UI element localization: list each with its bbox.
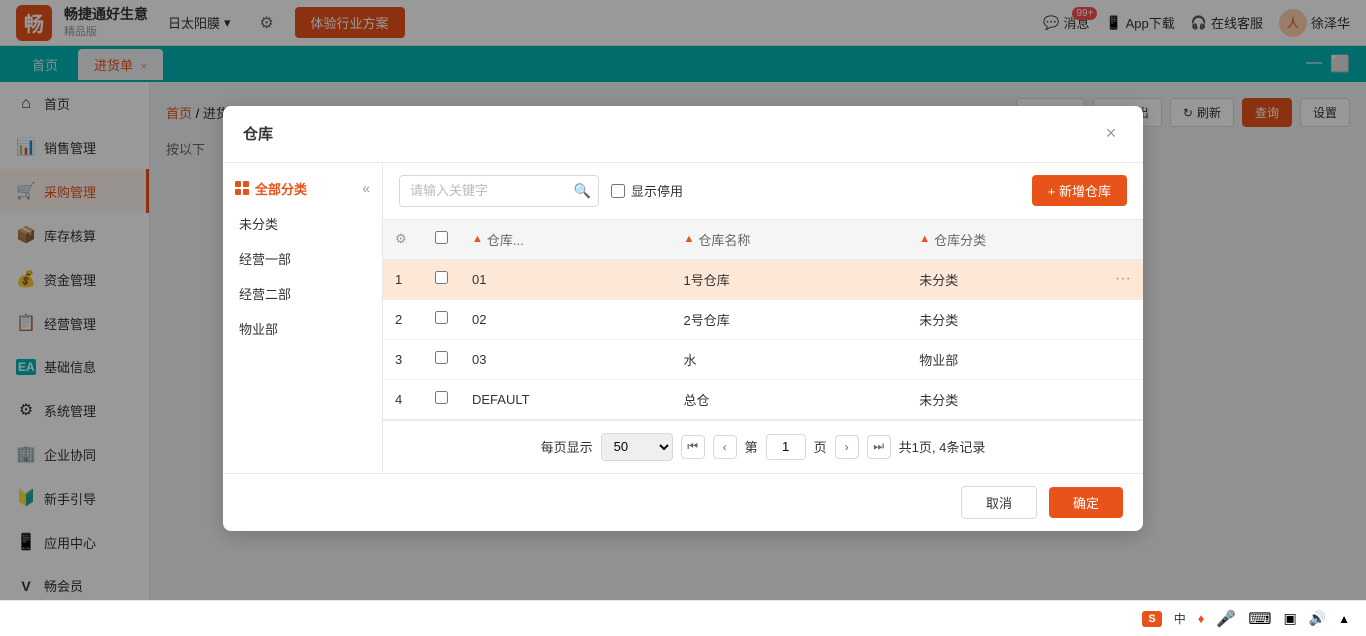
category-item-dept1[interactable]: 经营一部 bbox=[223, 241, 382, 276]
row-name: 2号仓库 bbox=[672, 299, 908, 339]
modal-title: 仓库 bbox=[243, 123, 273, 144]
confirm-button[interactable]: 确定 bbox=[1049, 487, 1123, 518]
page-number-input[interactable] bbox=[766, 434, 806, 460]
page-suffix: 页 bbox=[814, 437, 827, 456]
modal-body: 全部分类 « 未分类 经营一部 经营二部 物业部 bbox=[223, 163, 1143, 473]
th-checkbox bbox=[423, 220, 460, 260]
row-select-2[interactable] bbox=[435, 311, 448, 324]
screen-icon[interactable]: ▣ bbox=[1283, 610, 1296, 627]
sort-name[interactable]: ▲ 仓库名称 bbox=[684, 230, 896, 249]
sort-category[interactable]: ▲ 仓库分类 bbox=[919, 230, 1131, 249]
page-size-select[interactable]: 50 10 20 100 bbox=[601, 433, 673, 461]
row-category: 未分类 bbox=[907, 299, 1143, 339]
next-page-button[interactable]: › bbox=[835, 435, 859, 459]
row-select-3[interactable] bbox=[435, 351, 448, 364]
pagination-bar: 每页显示 50 10 20 100 ⏮ ‹ 第 页 bbox=[383, 420, 1143, 473]
row-checkbox bbox=[423, 339, 460, 379]
modal-footer: 取消 确定 bbox=[223, 473, 1143, 531]
category-grid-icon bbox=[235, 181, 249, 195]
th-category: ▲ 仓库分类 bbox=[907, 220, 1143, 260]
data-table: ⚙ ▲ 仓库... bbox=[383, 220, 1143, 420]
row-code: 03 bbox=[460, 339, 672, 379]
sort-code[interactable]: ▲ 仓库... bbox=[472, 230, 660, 249]
volume-icon[interactable]: 🔊 bbox=[1309, 610, 1326, 627]
category-header: 全部分类 « bbox=[223, 171, 382, 206]
row-no: 3 bbox=[383, 339, 423, 379]
th-settings: ⚙ bbox=[383, 220, 423, 260]
row-checkbox bbox=[423, 299, 460, 339]
row-name: 水 bbox=[672, 339, 908, 379]
table-row[interactable]: 1 01 1号仓库 未分类 ··· bbox=[383, 259, 1143, 299]
row-code: DEFAULT bbox=[460, 379, 672, 419]
sort-code-icon: ▲ bbox=[472, 233, 483, 245]
prev-page-icon: ‹ bbox=[723, 440, 727, 454]
table-header-row: ⚙ ▲ 仓库... bbox=[383, 220, 1143, 260]
keyboard-icon[interactable]: ⌨ bbox=[1248, 609, 1271, 629]
table-row[interactable]: 2 02 2号仓库 未分类 bbox=[383, 299, 1143, 339]
category-item-dept2[interactable]: 经营二部 bbox=[223, 276, 382, 311]
ime-indicator[interactable]: 中 bbox=[1174, 610, 1186, 627]
taskbar: S 中 ♦ 🎤 ⌨ ▣ 🔊 ▲ bbox=[0, 600, 1366, 636]
select-all-checkbox[interactable] bbox=[435, 231, 448, 244]
table-row[interactable]: 3 03 水 物业部 bbox=[383, 339, 1143, 379]
show-disabled-checkbox[interactable] bbox=[611, 184, 625, 198]
category-collapse-button[interactable]: « bbox=[362, 180, 370, 196]
modal-close-button[interactable]: × bbox=[1099, 122, 1123, 146]
row-no: 4 bbox=[383, 379, 423, 419]
row-no: 1 bbox=[383, 259, 423, 299]
category-panel: 全部分类 « 未分类 经营一部 经营二部 物业部 bbox=[223, 163, 383, 473]
gear-settings-icon[interactable]: ⚙ bbox=[395, 231, 407, 246]
all-categories-btn[interactable]: 全部分类 bbox=[235, 179, 307, 198]
category-item-unclassified[interactable]: 未分类 bbox=[223, 206, 382, 241]
brand-taskbar-icon: S bbox=[1142, 611, 1161, 627]
mic-icon[interactable]: 🎤 bbox=[1216, 609, 1236, 629]
search-icon[interactable]: 🔍 bbox=[574, 182, 591, 199]
search-wrap: 🔍 bbox=[399, 175, 599, 207]
row-category: 未分类 bbox=[907, 379, 1143, 419]
last-page-button[interactable]: ⏭ bbox=[867, 435, 891, 459]
row-code: 01 bbox=[460, 259, 672, 299]
row-category: 未分类 ··· bbox=[907, 260, 1143, 299]
all-categories-label: 全部分类 bbox=[255, 179, 307, 198]
modal-overlay: 仓库 × 全部分类 « 未分类 bbox=[0, 0, 1366, 636]
row-checkbox bbox=[423, 379, 460, 419]
first-page-button[interactable]: ⏮ bbox=[681, 435, 705, 459]
row-actions-1[interactable]: ··· bbox=[1115, 270, 1131, 288]
last-page-icon: ⏭ bbox=[873, 439, 884, 454]
add-warehouse-button[interactable]: + 新增仓库 bbox=[1032, 175, 1127, 206]
cancel-button[interactable]: 取消 bbox=[961, 486, 1037, 519]
taskbar-dot: ♦ bbox=[1198, 611, 1205, 626]
table-toolbar: 🔍 显示停用 + 新增仓库 bbox=[383, 163, 1143, 220]
row-name: 1号仓库 bbox=[672, 259, 908, 299]
show-disabled-wrap: 显示停用 bbox=[611, 181, 683, 200]
row-select-1[interactable] bbox=[435, 271, 448, 284]
row-select-4[interactable] bbox=[435, 391, 448, 404]
row-checkbox bbox=[423, 259, 460, 299]
table-row[interactable]: 4 DEFAULT 总仓 未分类 bbox=[383, 379, 1143, 419]
prev-page-button[interactable]: ‹ bbox=[713, 435, 737, 459]
page-label: 第 bbox=[745, 437, 758, 456]
per-page-label: 每页显示 bbox=[541, 437, 593, 456]
sort-category-icon: ▲ bbox=[919, 233, 930, 245]
search-input[interactable] bbox=[399, 175, 599, 207]
row-no: 2 bbox=[383, 299, 423, 339]
th-name: ▲ 仓库名称 bbox=[672, 220, 908, 260]
row-category: 物业部 bbox=[907, 339, 1143, 379]
row-name: 总仓 bbox=[672, 379, 908, 419]
network-icon[interactable]: ▲ bbox=[1338, 612, 1350, 626]
next-page-icon: › bbox=[845, 440, 849, 454]
category-item-property[interactable]: 物业部 bbox=[223, 311, 382, 346]
total-info: 共1页, 4条记录 bbox=[899, 437, 986, 456]
row-code: 02 bbox=[460, 299, 672, 339]
th-code: ▲ 仓库... bbox=[460, 220, 672, 260]
show-disabled-label: 显示停用 bbox=[631, 181, 683, 200]
modal-header: 仓库 × bbox=[223, 106, 1143, 163]
warehouse-modal: 仓库 × 全部分类 « 未分类 bbox=[223, 106, 1143, 531]
first-page-icon: ⏮ bbox=[687, 439, 698, 454]
sort-name-icon: ▲ bbox=[684, 233, 695, 245]
table-panel: 🔍 显示停用 + 新增仓库 ⚙ bbox=[383, 163, 1143, 473]
